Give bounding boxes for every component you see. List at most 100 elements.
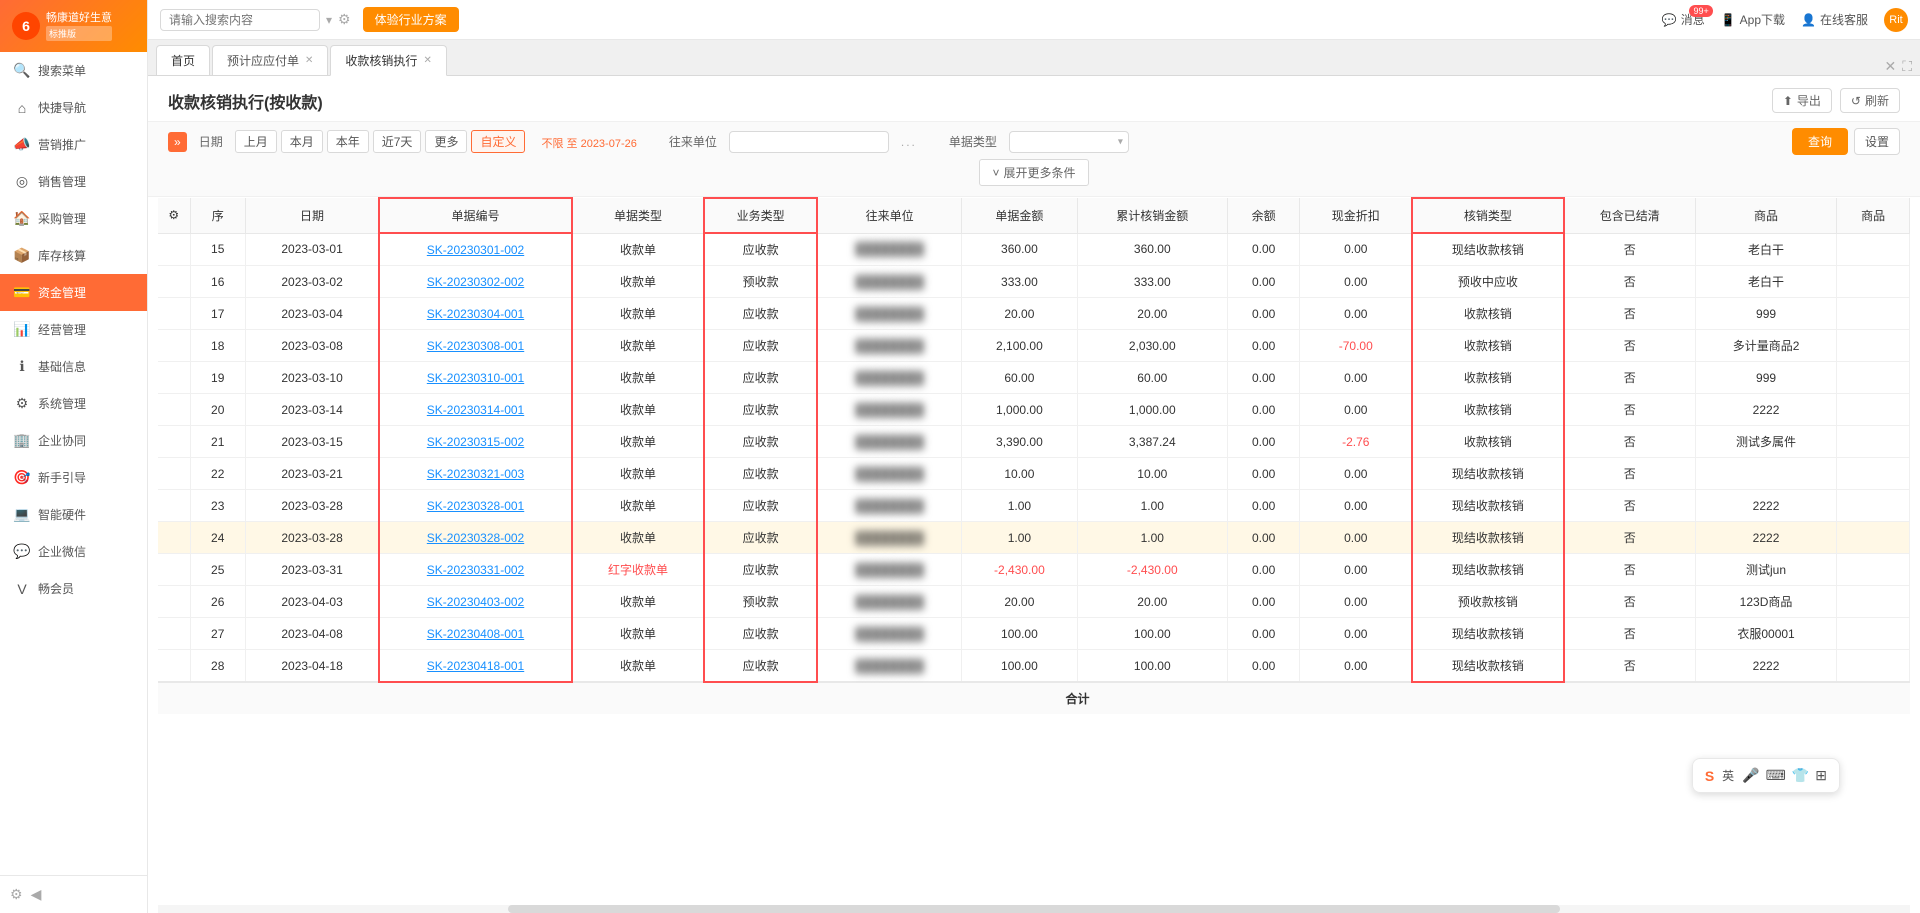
cell-partner: ████████ <box>817 266 961 298</box>
filter-toggle-button[interactable]: » <box>168 132 187 152</box>
cell-product <box>1695 458 1836 490</box>
cell-product2 <box>1837 618 1910 650</box>
topbar-chevron-icon[interactable]: ▾ <box>326 13 332 27</box>
ime-grid-icon[interactable]: ⊞ <box>1815 767 1827 784</box>
doc-no-link[interactable]: SK-20230304-001 <box>427 307 524 321</box>
tab-prepay[interactable]: 预计应应付单 ✕ <box>212 45 328 75</box>
user-avatar[interactable]: Rit <box>1884 8 1908 32</box>
sidebar-item-corp[interactable]: 🏢 企业协同 <box>0 422 147 459</box>
topbar-search-input[interactable] <box>160 9 320 31</box>
doc-no-link[interactable]: SK-20230331-002 <box>427 563 524 577</box>
sidebar-item-basic[interactable]: ℹ 基础信息 <box>0 348 147 385</box>
cell-partner: ████████ <box>817 490 961 522</box>
doc-no-link[interactable]: SK-20230302-002 <box>427 275 524 289</box>
ime-keyboard-icon[interactable]: ⌨ <box>1766 767 1786 784</box>
doc-no-link[interactable]: SK-20230418-001 <box>427 659 524 673</box>
sidebar-item-sales[interactable]: ◎ 销售管理 <box>0 163 147 200</box>
sidebar-item-system[interactable]: ⚙ 系统管理 <box>0 385 147 422</box>
tab-home[interactable]: 首页 <box>156 45 210 75</box>
cell-product2 <box>1837 330 1910 362</box>
cell-doc-type: 收款单 <box>572 458 704 490</box>
cell-product2 <box>1837 362 1910 394</box>
th-include-settled: 包含已结清 <box>1564 198 1696 233</box>
cell-amount: 20.00 <box>962 586 1078 618</box>
doc-no-link[interactable]: SK-20230328-002 <box>427 531 524 545</box>
cell-partner: ████████ <box>817 330 961 362</box>
table-row: 182023-03-08SK-20230308-001收款单应收款███████… <box>158 330 1910 362</box>
cell-partner: ████████ <box>817 394 961 426</box>
table-scrollbar[interactable] <box>158 905 1910 913</box>
cell-product2 <box>1837 426 1910 458</box>
doc-no-link[interactable]: SK-20230301-002 <box>427 243 524 257</box>
settings-icon[interactable]: ⚙ <box>10 886 23 903</box>
cell-product: 2222 <box>1695 522 1836 554</box>
date-more-btn[interactable]: 更多 <box>425 130 467 153</box>
table-header-row: ⚙ 序 日期 单据编号 单据类型 业务类型 往来单位 单据金额 累计核销金额 余… <box>158 198 1910 233</box>
footer-gear <box>158 682 190 714</box>
cell-product2 <box>1837 650 1910 683</box>
tab-expand-icon[interactable]: ⛶ <box>1902 58 1912 75</box>
cell-written-off: 60.00 <box>1077 362 1227 394</box>
cell-gear <box>158 233 190 266</box>
cell-doc-no: SK-20230328-002 <box>379 522 572 554</box>
sidebar-item-hardware[interactable]: 💻 智能硬件 <box>0 496 147 533</box>
doc-no-link[interactable]: SK-20230314-001 <box>427 403 524 417</box>
date-this-year-btn[interactable]: 本年 <box>327 130 369 153</box>
sidebar-menu: 🔍 搜索菜单 ⌂ 快捷导航 📣 营销推广 ◎ 销售管理 🏠 采购管理 📦 库存核… <box>0 52 147 875</box>
doc-no-link[interactable]: SK-20230328-001 <box>427 499 524 513</box>
sidebar-item-marketing[interactable]: 📣 营销推广 <box>0 126 147 163</box>
app-download-button[interactable]: 📱 App下载 <box>1721 11 1785 28</box>
ime-mic-icon[interactable]: 🎤 <box>1742 767 1759 784</box>
cell-biz-type: 应收款 <box>704 618 817 650</box>
doc-no-link[interactable]: SK-20230315-002 <box>427 435 524 449</box>
date-7days-btn[interactable]: 近7天 <box>373 130 422 153</box>
tab-prepay-close[interactable]: ✕ <box>305 55 313 66</box>
doc-no-link[interactable]: SK-20230310-001 <box>427 371 524 385</box>
doc-no-link[interactable]: SK-20230408-001 <box>427 627 524 641</box>
expand-filter-button[interactable]: ˅ 展开更多条件 <box>979 159 1088 186</box>
topbar-gear-icon[interactable]: ⚙ <box>338 11 351 28</box>
export-button[interactable]: ⬆ 导出 <box>1772 88 1832 113</box>
tabbar: 首页 预计应应付单 ✕ 收款核销执行 ✕ ✕ ⛶ <box>148 40 1920 76</box>
filter-section: » 日期 上月 本月 本年 近7天 更多 自定义 不限 至 2023-07-26… <box>148 122 1920 197</box>
sidebar-item-finance[interactable]: 💳 资金管理 <box>0 274 147 311</box>
cell-written-off: 1.00 <box>1077 522 1227 554</box>
table-row: 272023-04-08SK-20230408-001收款单应收款███████… <box>158 618 1910 650</box>
doc-no-link[interactable]: SK-20230308-001 <box>427 339 524 353</box>
sidebar-item-shortcut[interactable]: ⌂ 快捷导航 <box>0 89 147 126</box>
cell-include-settled: 否 <box>1564 298 1696 330</box>
sidebar-item-newbie[interactable]: 🎯 新手引导 <box>0 459 147 496</box>
settings-button[interactable]: 设置 <box>1854 128 1900 155</box>
date-this-month-btn[interactable]: 本月 <box>281 130 323 153</box>
th-gear[interactable]: ⚙ <box>158 198 190 233</box>
sidebar-item-inventory[interactable]: 📦 库存核算 <box>0 237 147 274</box>
cell-cash-discount: 0.00 <box>1300 586 1412 618</box>
solution-button[interactable]: 体验行业方案 <box>363 7 459 32</box>
sidebar-label-member: 畅会员 <box>38 580 74 597</box>
refresh-button[interactable]: ↺ 刷新 <box>1840 88 1900 113</box>
sidebar-icon-hardware: 💻 <box>14 507 30 523</box>
date-custom-btn[interactable]: 自定义 <box>471 130 525 153</box>
sidebar-item-purchase[interactable]: 🏠 采购管理 <box>0 200 147 237</box>
cell-balance: 0.00 <box>1227 618 1300 650</box>
sidebar-item-member[interactable]: V 畅会员 <box>0 570 147 607</box>
doc-no-link[interactable]: SK-20230403-002 <box>427 595 524 609</box>
sidebar-item-search[interactable]: 🔍 搜索菜单 <box>0 52 147 89</box>
tab-close-all-icon[interactable]: ✕ <box>1884 58 1896 75</box>
th-date: 日期 <box>245 198 379 233</box>
tab-collection[interactable]: 收款核销执行 ✕ <box>330 45 446 76</box>
cell-doc-type: 收款单 <box>572 298 704 330</box>
notification-button[interactable]: 💬 消息 99+ <box>1662 11 1705 28</box>
doc-no-link[interactable]: SK-20230321-003 <box>427 467 524 481</box>
sidebar-item-wechat[interactable]: 💬 企业微信 <box>0 533 147 570</box>
partner-input[interactable] <box>729 131 889 153</box>
ime-shirt-icon[interactable]: 👕 <box>1792 767 1809 784</box>
receipt-type-select[interactable] <box>1009 131 1129 153</box>
tab-collection-close[interactable]: ✕ <box>423 55 431 66</box>
sidebar-item-operation[interactable]: 📊 经营管理 <box>0 311 147 348</box>
collapse-icon[interactable]: ◀ <box>31 886 42 903</box>
date-last-month-btn[interactable]: 上月 <box>235 130 277 153</box>
query-button[interactable]: 查询 <box>1792 128 1848 155</box>
online-service-button[interactable]: 👤 在线客服 <box>1801 11 1868 28</box>
cell-product2 <box>1837 233 1910 266</box>
